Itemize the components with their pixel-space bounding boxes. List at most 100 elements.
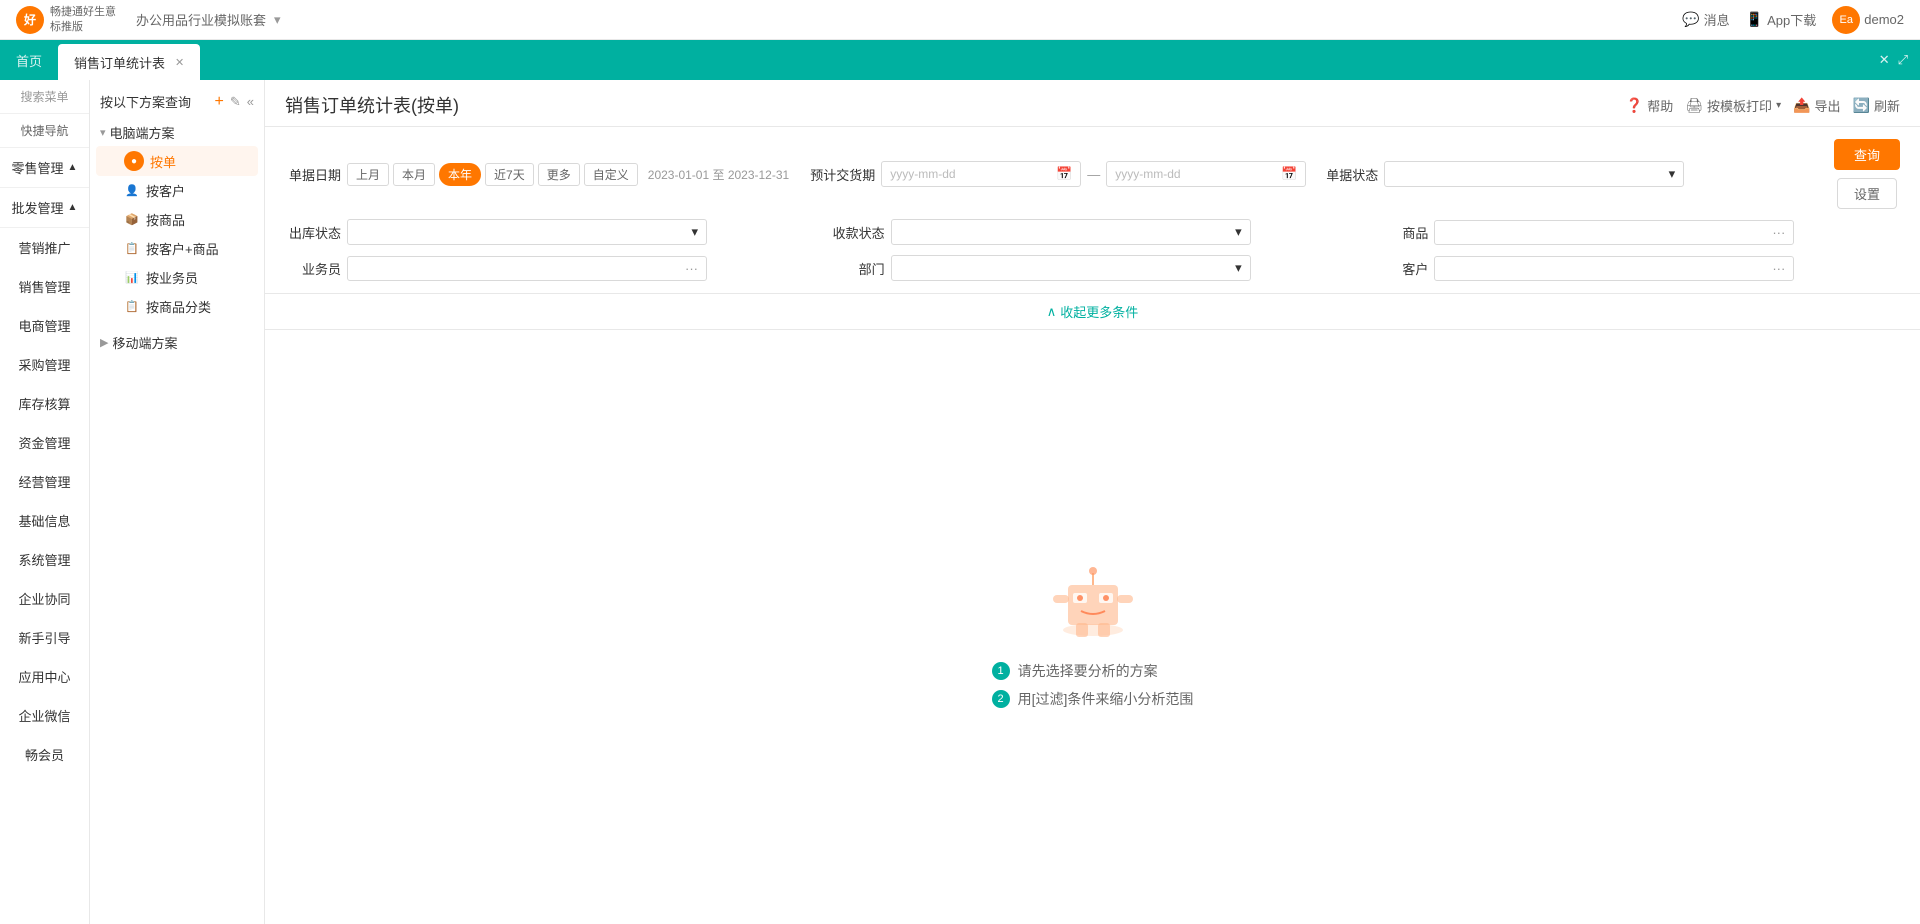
scheme-edit-btn[interactable]: ✎: [230, 94, 241, 110]
sidebar-item-purchase[interactable]: 采购管理: [0, 345, 89, 384]
filter-payment-status-col: 收款状态 ▾: [829, 219, 1357, 245]
window-close-btn[interactable]: ✕: [1879, 52, 1890, 68]
goods-select[interactable]: ···: [1434, 220, 1794, 245]
order-status-select[interactable]: ▾: [1384, 161, 1684, 187]
salesperson-label: 业务员: [285, 259, 341, 278]
filter-row-1: 单据日期 上月 本月 本年 近7天 更多 自定义 2023-01-01 至 20…: [285, 139, 1900, 209]
filter-customer-col: 客户 ···: [1372, 256, 1900, 281]
sidebar-item-basics[interactable]: 基础信息: [0, 501, 89, 540]
scheme-item-by-salesperson[interactable]: 📊 按业务员: [96, 263, 258, 292]
message-icon: 💬: [1682, 11, 1699, 28]
empty-tip-1: 1 请先选择要分析的方案: [992, 661, 1194, 681]
sidebar-search[interactable]: 搜索菜单: [0, 80, 89, 114]
filter-row-2: 出库状态 ▾ 收款状态 ▾ 商品: [285, 219, 1900, 245]
ship-status-arrow: ▾: [691, 224, 698, 240]
refresh-icon: 🔄: [1853, 97, 1870, 114]
export-icon: 📤: [1793, 97, 1810, 114]
sidebar-item-system[interactable]: 系统管理: [0, 540, 89, 579]
scheme-category-mobile[interactable]: ▶ 移动端方案: [90, 329, 264, 356]
goods-dots[interactable]: ···: [1772, 225, 1785, 240]
date-to-input[interactable]: yyyy-mm-dd 📅: [1106, 161, 1306, 187]
top-bar: 好 畅捷通好生意 标推版 办公用品行业模拟账套 ▾ 💬 消息 📱 App下载 E…: [0, 0, 1920, 40]
tab-sales-order-stats[interactable]: 销售订单统计表 ✕: [58, 44, 200, 80]
filter-salesperson-col: 业务员 ···: [285, 256, 813, 281]
scheme-collapse-btn[interactable]: «: [247, 94, 254, 109]
sidebar-quick-nav[interactable]: 快捷导航: [0, 114, 89, 148]
app-download-btn[interactable]: 📱 App下载: [1746, 10, 1817, 29]
sidebar-item-retail[interactable]: 零售管理 ▲: [0, 148, 89, 187]
sidebar-item-ecommerce[interactable]: 电商管理: [0, 306, 89, 345]
filter-order-status-col: 单据状态 ▾: [1322, 161, 1810, 187]
print-btn[interactable]: 🖨 按模板打印 ▾: [1685, 96, 1781, 115]
sidebar-item-appstore[interactable]: 应用中心: [0, 657, 89, 696]
date-btn-more[interactable]: 更多: [538, 163, 580, 186]
scheme-item-by-customer-goods[interactable]: 📋 按客户+商品: [96, 234, 258, 263]
empty-icon: [1043, 545, 1143, 645]
sidebar-item-inventory[interactable]: 库存核算: [0, 384, 89, 423]
user-profile[interactable]: Ea demo2: [1832, 6, 1904, 34]
customer-dots[interactable]: ···: [1772, 261, 1785, 276]
scheme-list: ● 按单 👤 按客户 📦 按商品 📋 按客户+商品 📊: [90, 146, 264, 321]
query-btn[interactable]: 查询: [1834, 139, 1900, 170]
app-title-dropdown[interactable]: ▾: [274, 12, 281, 28]
sidebar-item-finance[interactable]: 资金管理: [0, 423, 89, 462]
sidebar-item-enterprise[interactable]: 企业协同: [0, 579, 89, 618]
help-btn[interactable]: ❓ 帮助: [1626, 96, 1673, 115]
empty-tips: 1 请先选择要分析的方案 2 用[过滤]条件来缩小分析范围: [992, 661, 1194, 709]
date-btn-this-year[interactable]: 本年: [439, 163, 481, 186]
retail-arrow: ▲: [68, 162, 78, 173]
scheme-item-by-customer[interactable]: 👤 按客户: [96, 176, 258, 205]
tip2-num: 2: [992, 690, 1010, 708]
window-maximize-btn[interactable]: ⤢: [1898, 52, 1908, 68]
sidebar-item-vip[interactable]: 畅会员: [0, 735, 89, 774]
filter-ship-status-col: 出库状态 ▾: [285, 219, 813, 245]
scheme-item-by-goods[interactable]: 📦 按商品: [96, 205, 258, 234]
date-btn-this-month[interactable]: 本月: [393, 163, 435, 186]
sidebar-item-newbie[interactable]: 新手引导: [0, 618, 89, 657]
filter-row-3: 业务员 ··· 部门 ▾ 客户: [285, 255, 1900, 281]
sidebar-item-sales[interactable]: 销售管理: [0, 267, 89, 306]
sidebar-item-operations[interactable]: 经营管理: [0, 462, 89, 501]
date-btn-last-month[interactable]: 上月: [347, 163, 389, 186]
date-btns: 上月 本月 本年 近7天 更多 自定义: [347, 163, 638, 186]
message-btn[interactable]: 💬 消息: [1682, 10, 1729, 29]
date-from-input[interactable]: yyyy-mm-dd 📅: [881, 161, 1081, 187]
wholesale-arrow: ▲: [68, 202, 78, 213]
scheme-add-btn[interactable]: +: [215, 93, 224, 111]
phone-icon: 📱: [1746, 11, 1763, 28]
payment-status-select[interactable]: ▾: [891, 219, 1251, 245]
scheme-item-by-goods-category[interactable]: 📋 按商品分类: [96, 292, 258, 321]
salesperson-select[interactable]: ···: [347, 256, 707, 281]
salesperson-dots[interactable]: ···: [685, 261, 698, 276]
ship-status-select[interactable]: ▾: [347, 219, 707, 245]
window-btns: ✕ ⤢: [1879, 52, 1920, 68]
collapse-btn[interactable]: ∧ 收起更多条件: [1047, 302, 1139, 321]
sidebar-item-wechat[interactable]: 企业微信: [0, 696, 89, 735]
tab-bar: 首页 销售订单统计表 ✕ ✕ ⤢: [0, 40, 1920, 80]
sidebar-item-wholesale[interactable]: 批发管理 ▲: [0, 188, 89, 227]
setting-btn[interactable]: 设置: [1837, 178, 1897, 209]
tip2-text: 用[过滤]条件来缩小分析范围: [1018, 689, 1194, 709]
empty-tip-2: 2 用[过滤]条件来缩小分析范围: [992, 689, 1194, 709]
scheme-category-desktop[interactable]: ▾ 电脑端方案: [90, 119, 264, 146]
goods-icon: 📦: [124, 212, 140, 228]
scheme-item-by-order[interactable]: ● 按单: [96, 146, 258, 176]
refresh-btn[interactable]: 🔄 刷新: [1853, 96, 1900, 115]
export-btn[interactable]: 📤 导出: [1793, 96, 1840, 115]
department-select[interactable]: ▾: [891, 255, 1251, 281]
payment-status-arrow: ▾: [1235, 224, 1242, 240]
department-arrow: ▾: [1235, 260, 1242, 276]
nav-retail-group: 零售管理 ▲: [0, 148, 89, 188]
content-area: 按以下方案查询 + ✎ « ▾ 电脑端方案 ● 按单: [90, 80, 1920, 924]
date-btn-last-7-days[interactable]: 近7天: [485, 163, 534, 186]
customer-select[interactable]: ···: [1434, 256, 1794, 281]
customer-icon: 👤: [124, 183, 140, 199]
tab-close-icon[interactable]: ✕: [175, 56, 184, 69]
sidebar-item-marketing[interactable]: 营销推广: [0, 228, 89, 267]
tab-home[interactable]: 首页: [0, 40, 58, 80]
customer-label: 客户: [1372, 259, 1428, 278]
payment-status-label: 收款状态: [829, 223, 885, 242]
print-icon: 🖨: [1685, 97, 1703, 114]
date-btn-custom[interactable]: 自定义: [584, 163, 638, 186]
print-arrow-icon: ▾: [1776, 100, 1781, 111]
